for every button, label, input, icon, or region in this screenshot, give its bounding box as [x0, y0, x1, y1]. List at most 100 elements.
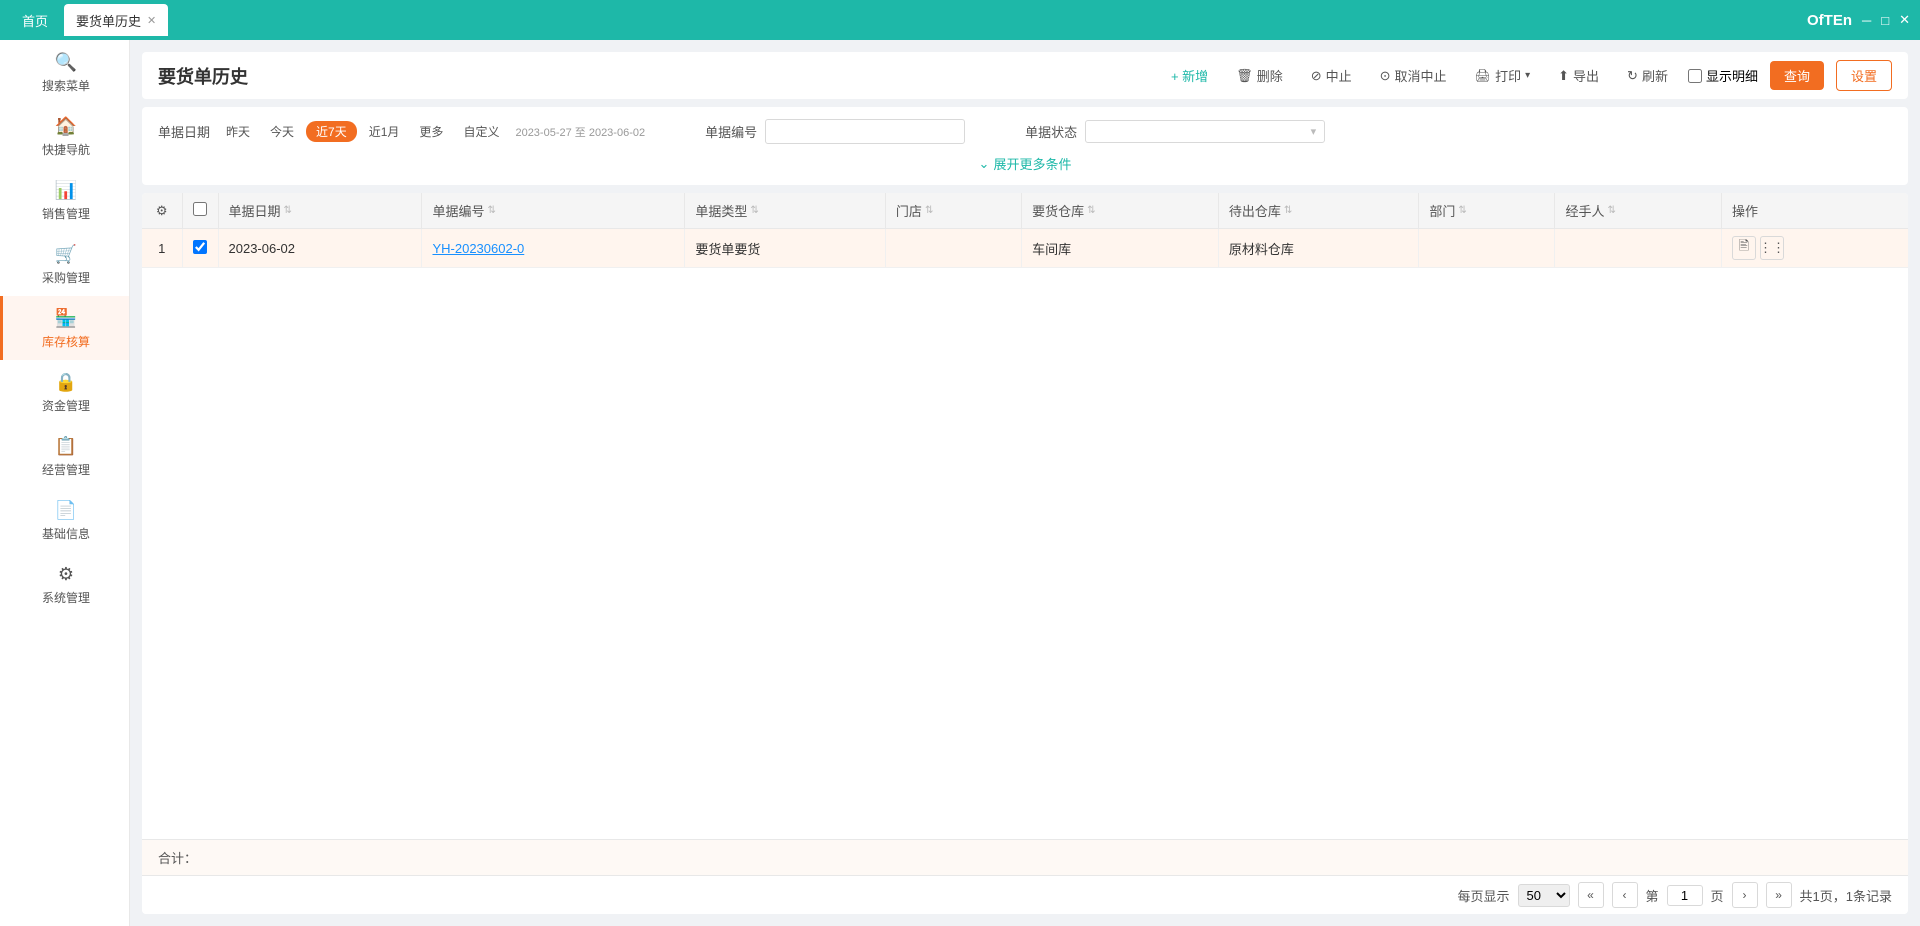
filter-row-1: 单据日期 昨天 今天 近7天 近1月 更多 自定义 2023-05-27 至 2…: [158, 119, 1892, 144]
display-detail-checkbox[interactable]: 显示明细: [1688, 66, 1758, 85]
status-select-chevron-icon: ▾: [1311, 125, 1317, 138]
expand-more-btn[interactable]: ⌄ 展开更多条件: [979, 154, 1072, 173]
th-settings[interactable]: ⚙: [142, 193, 182, 229]
date-btn-7days[interactable]: 近7天: [306, 121, 357, 142]
date-btn-yesterday[interactable]: 昨天: [218, 121, 258, 142]
page-size-label: 每页显示: [1457, 886, 1509, 905]
td-store: [885, 229, 1021, 268]
table-row[interactable]: 1 2023-06-02 YH-20230602-0 要货单要货 车间库: [142, 229, 1908, 268]
page-next-btn[interactable]: ›: [1732, 882, 1758, 908]
sidebar-item-label-system: 系统管理: [42, 589, 90, 606]
print-button[interactable]: 🖨 打印 ▾: [1467, 62, 1539, 89]
date-filter-group: 单据日期 昨天 今天 近7天 近1月 更多 自定义 2023-05-27 至 2…: [158, 121, 645, 142]
th-handler[interactable]: 经手人 ⇅: [1555, 193, 1721, 229]
brand-label: OfTEn: [1807, 12, 1852, 29]
minimize-icon[interactable]: ─: [1862, 13, 1871, 28]
print-icon: 🖨: [1475, 68, 1492, 84]
sidebar-item-quick-nav[interactable]: 🏠 快捷导航: [0, 104, 129, 168]
sidebar-item-label-finance: 资金管理: [42, 397, 90, 414]
th-doc-no[interactable]: 单据编号 ⇅: [422, 193, 685, 229]
sort-doc-no-icon: ⇅: [487, 205, 495, 216]
purchase-icon: 🛒: [55, 244, 77, 265]
sort-department-icon: ⇅: [1458, 205, 1466, 216]
status-filter-group: 单据状态 ▾: [1025, 120, 1325, 143]
doc-no-input[interactable]: [765, 119, 965, 144]
row-checkbox[interactable]: [193, 240, 207, 254]
th-doc-type[interactable]: 单据类型 ⇅: [685, 193, 886, 229]
export-button[interactable]: ⬆ 导出: [1550, 62, 1607, 89]
sidebar-item-label-inventory: 库存核算: [42, 333, 90, 350]
th-department[interactable]: 部门 ⇅: [1419, 193, 1555, 229]
refresh-button[interactable]: ↻ 刷新: [1619, 62, 1676, 89]
date-shortcuts: 昨天 今天 近7天 近1月 更多 自定义: [218, 121, 507, 142]
filter-row-2: ⌄ 展开更多条件: [158, 154, 1892, 173]
op-btns: 🖹 ⋮⋮: [1732, 236, 1898, 260]
sidebar-item-purchase[interactable]: 🛒 采购管理: [0, 232, 129, 296]
date-filter-label: 单据日期: [158, 122, 210, 141]
close-tab-icon[interactable]: ✕: [147, 14, 156, 27]
page-size-select[interactable]: 50 20 100: [1518, 884, 1570, 907]
sidebar-item-basic-info[interactable]: 📄 基础信息: [0, 488, 129, 552]
date-btn-today[interactable]: 今天: [262, 121, 302, 142]
goto-suffix: 页: [1711, 886, 1724, 905]
sidebar-item-system[interactable]: ⚙ 系统管理: [0, 552, 129, 616]
date-btn-more[interactable]: 更多: [411, 121, 451, 142]
tab-home-label: 首页: [22, 11, 48, 30]
op-view-btn[interactable]: 🖹: [1732, 236, 1756, 260]
sidebar-item-inventory[interactable]: 🏪 库存核算: [0, 296, 129, 360]
td-department: [1419, 229, 1555, 268]
th-store[interactable]: 门店 ⇅: [885, 193, 1021, 229]
sort-doc-date-icon: ⇅: [284, 205, 292, 216]
page-header: 要货单历史 + 新增 🗑 删除 ⊘ 中止 ⊙ 取消中止 🖨 打印: [142, 52, 1908, 99]
doc-no-label: 单据编号: [705, 122, 757, 141]
new-button[interactable]: + 新增: [1163, 62, 1216, 89]
window-close-icon[interactable]: ✕: [1899, 12, 1910, 28]
footer-label: 合计：: [158, 848, 197, 867]
td-pending-warehouse: 原材料仓库: [1218, 229, 1419, 268]
sales-icon: 📊: [55, 180, 77, 201]
pagination-bar: 每页显示 50 20 100 « ‹ 第 页 › » 共1页，1条记录: [142, 875, 1908, 914]
td-doc-no[interactable]: YH-20230602-0: [422, 229, 685, 268]
export-icon: ⬆: [1558, 68, 1569, 84]
date-btn-1month[interactable]: 近1月: [361, 121, 408, 142]
display-detail-input[interactable]: [1688, 69, 1702, 83]
system-icon: ⚙: [58, 564, 74, 585]
op-more-btn[interactable]: ⋮⋮: [1760, 236, 1784, 260]
td-checkbox: [182, 229, 218, 268]
select-all-checkbox[interactable]: [193, 202, 207, 216]
sidebar-item-operations[interactable]: 📋 经营管理: [0, 424, 129, 488]
sidebar-item-label-basic-info: 基础信息: [42, 525, 90, 542]
sidebar-item-finance[interactable]: 🔒 资金管理: [0, 360, 129, 424]
expand-chevron-icon: ⌄: [979, 156, 990, 172]
th-req-warehouse[interactable]: 要货仓库 ⇅: [1022, 193, 1219, 229]
total-info: 共1页，1条记录: [1800, 886, 1892, 905]
doc-no-link[interactable]: YH-20230602-0: [432, 241, 524, 256]
page-input[interactable]: [1667, 885, 1703, 906]
tab-home[interactable]: 首页: [10, 4, 60, 36]
stop-button[interactable]: ⊘ 中止: [1303, 62, 1360, 89]
maximize-icon[interactable]: □: [1881, 13, 1889, 28]
date-btn-custom[interactable]: 自定义: [455, 121, 507, 142]
delete-icon: 🗑: [1236, 68, 1253, 84]
th-doc-date[interactable]: 单据日期 ⇅: [218, 193, 422, 229]
th-pending-warehouse[interactable]: 待出仓库 ⇅: [1218, 193, 1419, 229]
main-layout: 🔍 搜索菜单 🏠 快捷导航 📊 销售管理 🛒 采购管理 🏪 库存核算 🔒 资金管…: [0, 40, 1920, 926]
settings-button[interactable]: 设置: [1836, 60, 1892, 91]
status-select[interactable]: ▾: [1085, 120, 1325, 143]
page-prev-btn[interactable]: ‹: [1612, 882, 1638, 908]
operations-icon: 📋: [55, 436, 77, 457]
tab-requisition-history[interactable]: 要货单历史 ✕: [64, 4, 168, 36]
query-button[interactable]: 查询: [1770, 61, 1824, 90]
status-label: 单据状态: [1025, 122, 1077, 141]
sidebar-item-search-menu[interactable]: 🔍 搜索菜单: [0, 40, 129, 104]
page-first-btn[interactable]: «: [1578, 882, 1604, 908]
td-index: 1: [142, 229, 182, 268]
th-operations: 操作: [1721, 193, 1908, 229]
delete-button[interactable]: 🗑 删除: [1228, 62, 1291, 89]
page-title: 要货单历史: [158, 63, 248, 89]
top-bar-right: OfTEn ─ □ ✕: [1807, 12, 1910, 29]
cancel-stop-button[interactable]: ⊙ 取消中止: [1372, 62, 1455, 89]
page-last-btn[interactable]: »: [1766, 882, 1792, 908]
sidebar-item-sales[interactable]: 📊 销售管理: [0, 168, 129, 232]
filter-bar: 单据日期 昨天 今天 近7天 近1月 更多 自定义 2023-05-27 至 2…: [142, 107, 1908, 185]
